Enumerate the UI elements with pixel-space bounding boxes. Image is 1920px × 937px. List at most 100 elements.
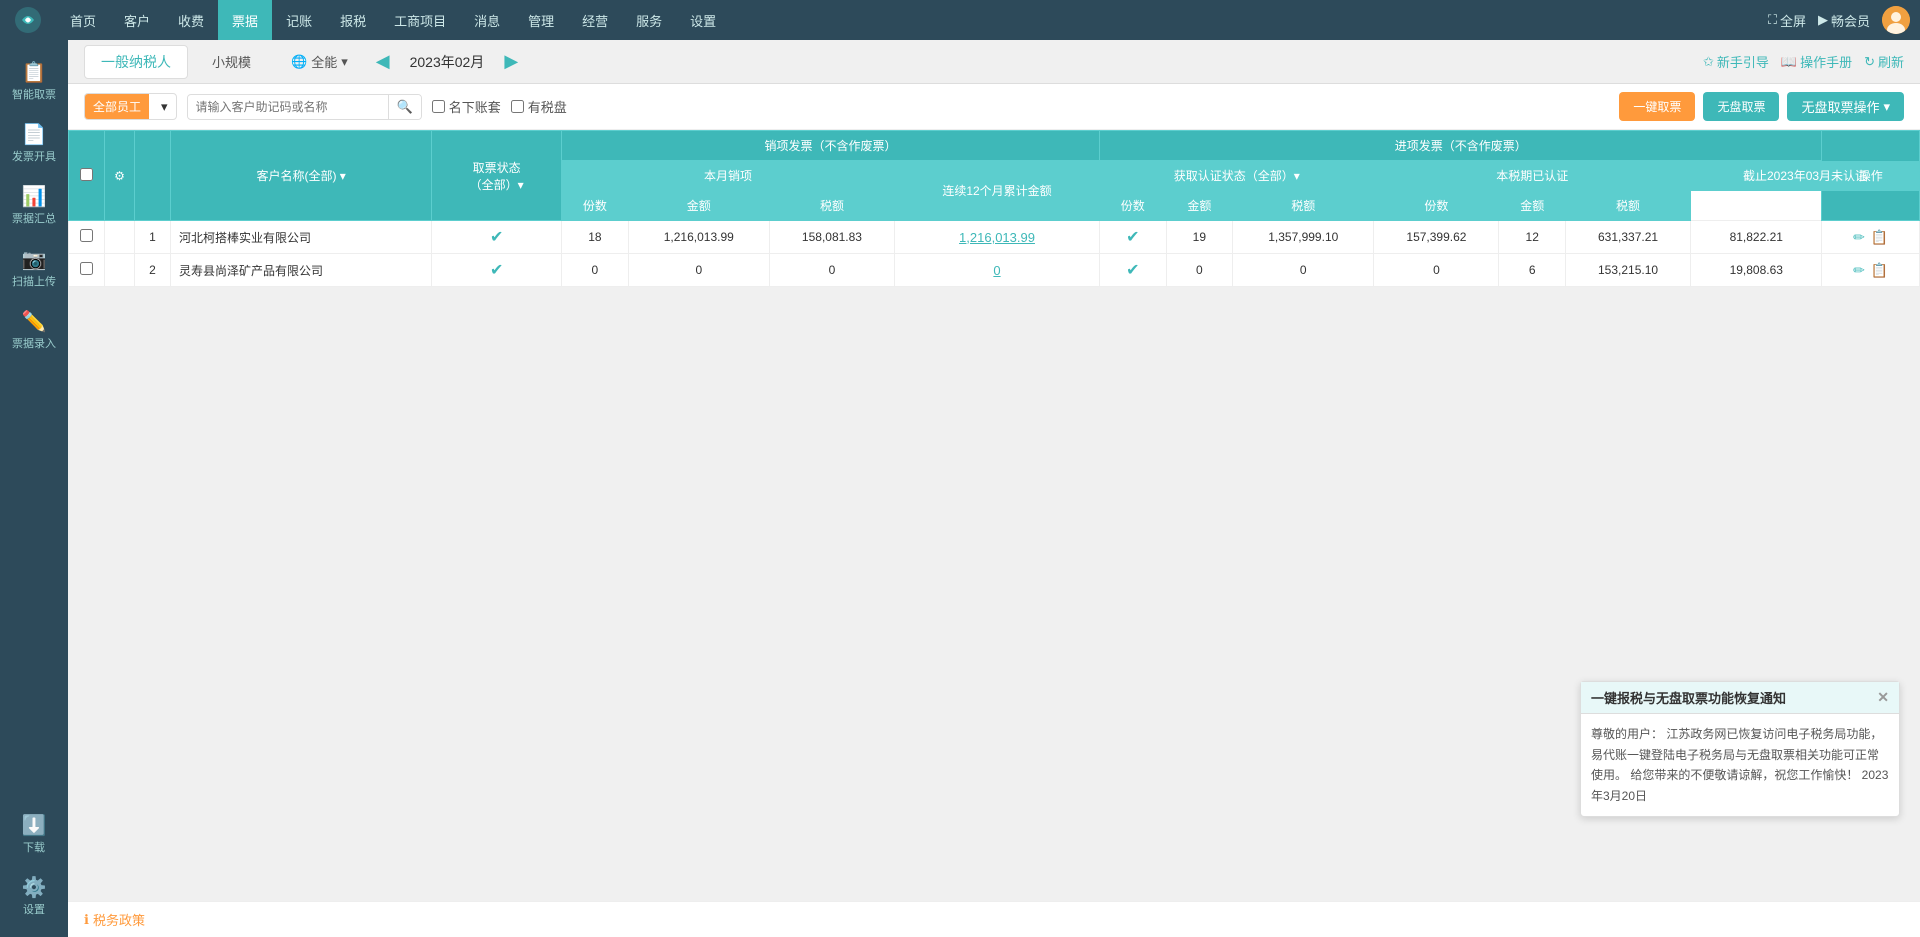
th-cert-amount: 金额 [1166,191,1233,221]
taxpad-checkbox[interactable] [511,100,524,113]
nav-home[interactable]: 首页 [56,0,110,40]
search-box: 🔍 [187,94,422,120]
search-input[interactable] [188,96,388,118]
employee-value: ▾ [149,95,176,119]
th-cert-status-col: 获取认证状态（全部）▾ [1100,161,1374,191]
row-cert-amount: 0 [1233,254,1374,287]
nav-tax[interactable]: 报税 [326,0,380,40]
tab-bar: 一般纳税人 小规模 🌐 全能 ▾ ◀ 2023年02月 ▶ ✩ 新手引导 📖 操… [68,40,1920,84]
sidebar-item-settings[interactable]: ⚙️ 设置 [0,865,68,927]
table-row: 1 河北柯搭棒实业有限公司 ✔ 18 1,216,013.99 158,081.… [69,221,1920,254]
caret-icon: ▾ [161,99,168,115]
row-checkbox[interactable] [80,229,93,242]
nav-manage[interactable]: 管理 [514,0,568,40]
nav-business[interactable]: 工商项目 [380,0,460,40]
fullscreen-btn[interactable]: ⛶ 全屏 [1768,11,1806,30]
edit-icon[interactable]: ✏ [1853,229,1865,246]
view-icon[interactable]: 📋 [1871,262,1888,279]
sidebar-label-scan-upload: 扫描上传 [12,276,56,289]
nav-invoice[interactable]: 票据 [218,0,272,40]
settings-icon: ⚙️ [22,875,47,900]
accumulated-link[interactable]: 0 [993,263,1000,278]
no-disk-operation-btn[interactable]: 无盘取票操作 ▾ [1787,92,1904,121]
view-icon[interactable]: 📋 [1871,229,1888,246]
th-uncert-tax: 税额 [1566,191,1691,221]
play-icon: ▶ [1818,12,1828,28]
member-btn[interactable]: ▶ 畅会员 [1818,11,1870,30]
download-icon: ⬇️ [22,813,47,838]
th-purchase-invoice: 进项发票（不含作废票） [1100,131,1822,161]
one-click-ticket-btn[interactable]: 一键取票 [1619,92,1695,121]
tab-all[interactable]: 🌐 全能 ▾ [275,46,364,77]
employee-select[interactable]: 全部员工 ▾ [84,93,177,120]
invoice-table: ⚙ 客户名称(全部) ▾ 取票状态（全部）▾ 销项发票（不含作废票） 进项发票（… [68,130,1920,287]
cert-status-icon: ✔ [1126,262,1139,279]
tab-small-scale[interactable]: 小规模 [196,46,267,77]
th-checkbox [69,131,105,221]
sidebar-label-invoice-summary: 票据汇总 [12,213,56,226]
edit-icon[interactable]: ✏ [1853,262,1865,279]
member-label: 畅会员 [1831,11,1870,30]
th-current-month: 本月销项 [562,161,895,191]
row-ticket-status: ✔ [432,254,562,287]
top-nav: 首页 客户 收费 票据 记账 报税 工商项目 消息 管理 经营 服务 设置 ⛶ … [0,0,1920,40]
notification-close-btn[interactable]: ✕ [1877,689,1889,706]
row-uncert-amount: 631,337.21 [1566,221,1691,254]
nav-operation[interactable]: 经营 [568,0,622,40]
info-icon: ℹ [84,912,89,928]
sidebar-item-invoice-open[interactable]: 📄 发票开具 [0,112,68,174]
tax-policy-link[interactable]: ℹ 税务政策 [84,910,145,929]
row-checkbox[interactable] [80,262,93,275]
nav-accounting[interactable]: 记账 [272,0,326,40]
nav-settings[interactable]: 设置 [676,0,730,40]
taxpad-checkbox-label[interactable]: 有税盘 [511,97,567,116]
nav-service[interactable]: 服务 [622,0,676,40]
nav-message[interactable]: 消息 [460,0,514,40]
row-settings-cell [105,254,135,287]
account-checkbox[interactable] [432,100,445,113]
earth-icon: 🌐 [291,54,307,70]
nav-customer[interactable]: 客户 [110,0,164,40]
no-disk-ticket-btn[interactable]: 无盘取票 [1703,92,1779,121]
row-actions: ✏ 📋 [1822,254,1920,287]
account-checkbox-label[interactable]: 名下账套 [432,97,501,116]
prev-month-btn[interactable]: ◀ [372,51,394,72]
row-ticket-status: ✔ [432,221,562,254]
avatar[interactable] [1882,6,1910,34]
row-month-amount: 0 [628,254,769,287]
tax-policy-label: 税务政策 [93,910,145,929]
dropdown-arrow-icon: ▾ [1883,99,1890,115]
cert-status-icon: ✔ [1126,229,1139,246]
sidebar-item-invoice-entry[interactable]: ✏️ 票据录入 [0,299,68,361]
tab-general-taxpayer[interactable]: 一般纳税人 [84,45,188,79]
th-uncert-amount: 金额 [1499,191,1566,221]
refresh-btn[interactable]: ↻ 刷新 [1864,52,1904,71]
sidebar-bottom: ⬇️ 下载 ⚙️ 设置 [0,803,68,937]
row-cert-status: ✔ [1100,221,1167,254]
th-cert-tax: 税额 [1233,191,1374,221]
sidebar-label-smart-ticket: 智能取票 [12,89,56,102]
new-guide-btn[interactable]: ✩ 新手引导 [1703,52,1769,71]
sidebar-item-invoice-summary[interactable]: 📊 票据汇总 [0,174,68,236]
accumulated-link[interactable]: 1,216,013.99 [959,230,1035,245]
next-month-btn[interactable]: ▶ [500,51,522,72]
row-cert-amount: 1,357,999.10 [1233,221,1374,254]
th-uncert-count: 份数 [1374,191,1499,221]
nav-right: ⛶ 全屏 ▶ 畅会员 [1768,6,1910,34]
row-uncert-count: 12 [1499,221,1566,254]
toolbar: 全部员工 ▾ 🔍 名下账套 有税盘 一键取票 无盘取票 [68,84,1920,130]
invoice-open-icon: 📄 [22,122,47,147]
nav-fee[interactable]: 收费 [164,0,218,40]
sidebar-item-smart-ticket[interactable]: 📋 智能取票 [0,50,68,112]
row-uncert-amount: 153,215.10 [1566,254,1691,287]
row-index: 2 [135,254,171,287]
sidebar-item-download[interactable]: ⬇️ 下载 [0,803,68,865]
search-button[interactable]: 🔍 [388,95,421,119]
manual-btn[interactable]: 📖 操作手册 [1781,52,1852,71]
th-customer-name: 客户名称(全部) ▾ [171,131,432,221]
sidebar-item-scan-upload[interactable]: 📷 扫描上传 [0,237,68,299]
row-month-amount: 1,216,013.99 [628,221,769,254]
guide-icon: ✩ [1703,54,1714,70]
th-ticket-status: 取票状态（全部）▾ [432,131,562,221]
select-all-checkbox[interactable] [80,168,93,181]
